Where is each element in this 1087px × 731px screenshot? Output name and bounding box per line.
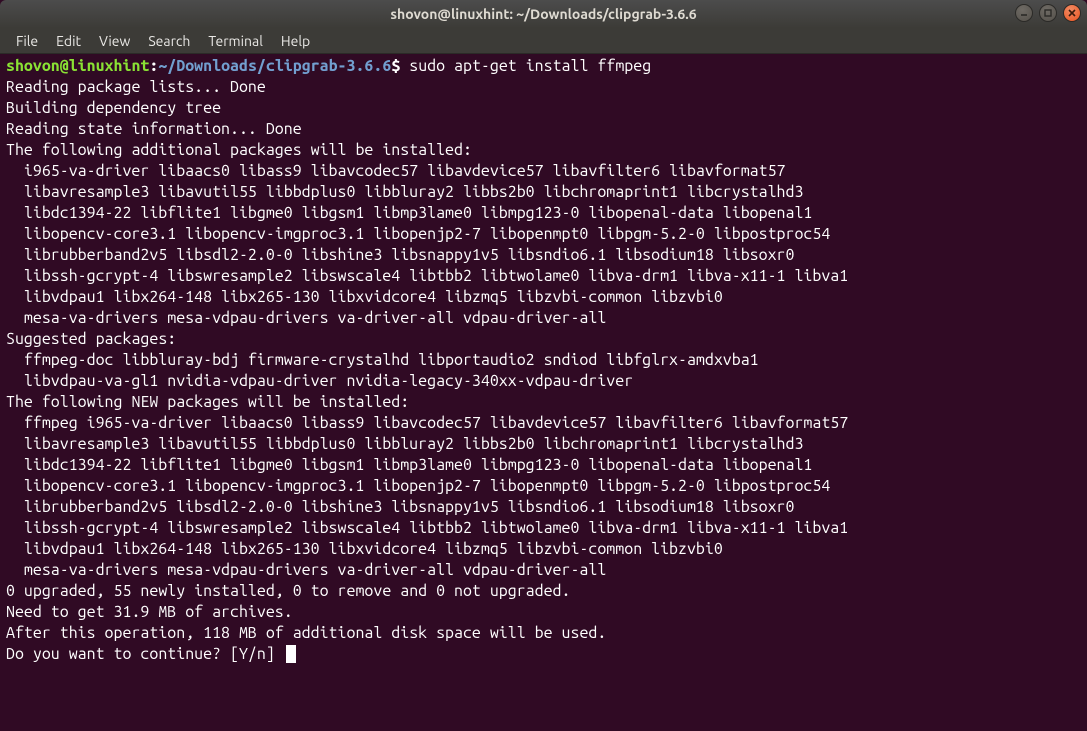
maximize-icon [1043,8,1053,18]
output-line: The following NEW packages will be insta… [6,393,409,411]
menu-search[interactable]: Search [140,30,198,52]
prompt-dollar: $ [391,57,409,75]
pkg-line: libdc1394-22 libflite1 libgme0 libgsm1 l… [6,203,1081,224]
output-line: Suggested packages: [6,330,176,348]
output-line: Need to get 31.9 MB of archives. [6,603,293,621]
output-line: Reading state information... Done [6,120,302,138]
prompt-path: ~/Downloads/clipgrab-3.6.6 [158,57,391,75]
pkg-line: libdc1394-22 libflite1 libgme0 libgsm1 l… [6,455,1081,476]
pkg-line: libvdpau1 libx264-148 libx265-130 libxvi… [6,539,1081,560]
close-button[interactable] [1063,4,1081,22]
menubar: File Edit View Search Terminal Help [0,28,1087,54]
pkg-line: libavresample3 libavutil55 libbdplus0 li… [6,182,1081,203]
output-line: After this operation, 118 MB of addition… [6,624,606,642]
pkg-line: libavresample3 libavutil55 libbdplus0 li… [6,434,1081,455]
pkg-line: libssh-gcrypt-4 libswresample2 libswscal… [6,518,1081,539]
menu-edit[interactable]: Edit [48,30,89,52]
prompt-user-host: shovon@linuxhint [6,57,149,75]
command-text: sudo apt-get install ffmpeg [409,57,651,75]
output-line: Building dependency tree [6,99,221,117]
output-line: The following additional packages will b… [6,141,472,159]
menu-terminal[interactable]: Terminal [200,30,271,52]
output-line: 0 upgraded, 55 newly installed, 0 to rem… [6,582,570,600]
pkg-line: ffmpeg-doc libbluray-bdj firmware-crysta… [6,350,1081,371]
pkg-line: i965-va-driver libaacs0 libass9 libavcod… [6,161,1081,182]
pkg-line: libopencv-core3.1 libopencv-imgproc3.1 l… [6,476,1081,497]
window-title: shovon@linuxhint: ~/Downloads/clipgrab-3… [390,6,696,22]
confirm-prompt: Do you want to continue? [Y/n] [6,645,284,663]
cursor-block [286,645,296,663]
pkg-line: ffmpeg i965-va-driver libaacs0 libass9 l… [6,413,1081,434]
menu-help[interactable]: Help [273,30,318,52]
window-controls [1015,4,1081,22]
pkg-line: libvdpau1 libx264-148 libx265-130 libxvi… [6,287,1081,308]
pkg-line: librubberband2v5 libsdl2-2.0-0 libshine3… [6,497,1081,518]
window-titlebar: shovon@linuxhint: ~/Downloads/clipgrab-3… [0,0,1087,28]
pkg-line: libvdpau-va-gl1 nvidia-vdpau-driver nvid… [6,371,1081,392]
menu-file[interactable]: File [8,30,46,52]
minimize-icon [1019,8,1029,18]
terminal-body[interactable]: shovon@linuxhint:~/Downloads/clipgrab-3.… [0,54,1087,731]
pkg-line: libssh-gcrypt-4 libswresample2 libswscal… [6,266,1081,287]
pkg-line: mesa-va-drivers mesa-vdpau-drivers va-dr… [6,560,1081,581]
minimize-button[interactable] [1015,4,1033,22]
pkg-line: mesa-va-drivers mesa-vdpau-drivers va-dr… [6,308,1081,329]
pkg-line: libopencv-core3.1 libopencv-imgproc3.1 l… [6,224,1081,245]
prompt-colon: : [149,57,158,75]
menu-view[interactable]: View [91,30,138,52]
pkg-line: librubberband2v5 libsdl2-2.0-0 libshine3… [6,245,1081,266]
maximize-button[interactable] [1039,4,1057,22]
close-icon [1067,8,1077,18]
output-line: Reading package lists... Done [6,78,266,96]
